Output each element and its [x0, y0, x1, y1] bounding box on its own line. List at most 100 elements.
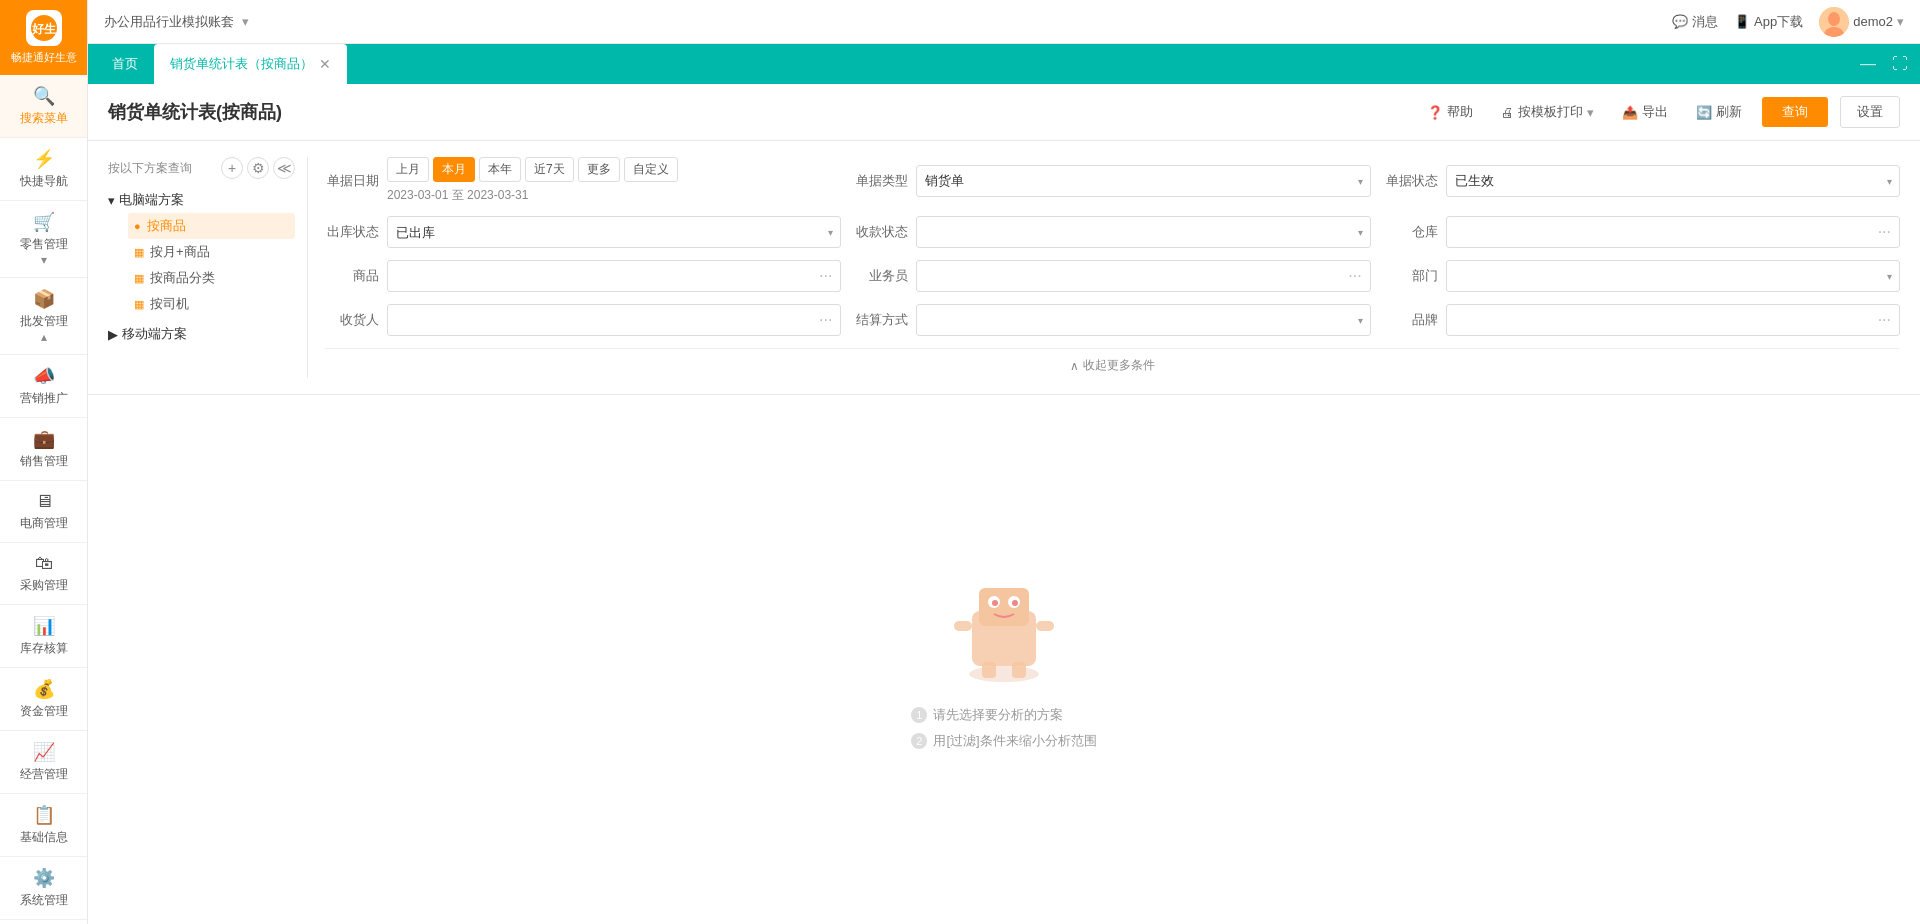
sidebar-basic-label: 基础信息 — [20, 829, 68, 846]
doc-type-select[interactable]: 销货单 — [916, 165, 1370, 197]
app-download-btn[interactable]: 📱 App下载 — [1734, 13, 1803, 31]
collapse-row: ∧ 收起更多条件 — [324, 348, 1900, 378]
department-label: 部门 — [1383, 267, 1438, 285]
sidebar-item-basic[interactable]: 📋 基础信息 — [0, 794, 87, 857]
user-caret: ▾ — [1897, 14, 1904, 29]
sidebar-item-operations[interactable]: 📈 经营管理 — [0, 731, 87, 794]
sidebar-item-system[interactable]: ⚙️ 系统管理 — [0, 857, 87, 920]
scheme-item-by-month-product[interactable]: ▦ 按月+商品 — [128, 239, 295, 265]
by-cashier-icon: ▦ — [134, 298, 144, 311]
by-product-label: 按商品 — [147, 217, 186, 235]
date-btn-custom[interactable]: 自定义 — [624, 157, 678, 182]
filter-date-field: 单据日期 上月 本月 本年 近7天 更多 自定义 — [324, 157, 841, 204]
tab-home[interactable]: 首页 — [96, 44, 154, 84]
scheme-group-mobile: ▶ 移动端方案 — [108, 321, 295, 347]
warehouse-dots-btn[interactable]: ··· — [1878, 223, 1891, 241]
sidebar-item-ecommerce[interactable]: 🖥 电商管理 — [0, 481, 87, 543]
scheme-desktop-header[interactable]: ▾ 电脑端方案 — [108, 187, 295, 213]
date-btn-this-year[interactable]: 本年 — [479, 157, 521, 182]
search-icon: 🔍 — [33, 85, 55, 107]
sidebar-item-search[interactable]: 🔍 搜索菜单 — [0, 75, 87, 138]
logo-text: 畅捷通好生意 — [11, 50, 77, 65]
workspace-caret[interactable]: ▾ — [242, 14, 249, 29]
scheme-item-by-category[interactable]: ▦ 按商品分类 — [128, 265, 295, 291]
tab-bar-right: — ⛶ — [1856, 55, 1912, 73]
operations-icon: 📈 — [33, 741, 55, 763]
scheme-settings-btn[interactable]: ⚙ — [247, 157, 269, 179]
tab-bar: 首页 销货单统计表（按商品） ✕ — ⛶ — [88, 44, 1920, 84]
scheme-mobile-header[interactable]: ▶ 移动端方案 — [108, 321, 295, 347]
settings-button[interactable]: 设置 — [1840, 96, 1900, 128]
sidebar-item-finance[interactable]: 💰 资金管理 — [0, 668, 87, 731]
salesperson-dots-btn[interactable]: ··· — [1348, 267, 1361, 285]
sidebar-item-quicknav[interactable]: ⚡ 快捷导航 — [0, 138, 87, 201]
brand-dots-btn[interactable]: ··· — [1878, 311, 1891, 329]
tab-close-icon[interactable]: ✕ — [319, 56, 331, 72]
download-icon: 📱 — [1734, 14, 1750, 29]
sidebar-purchase-label: 采购管理 — [20, 577, 68, 594]
message-btn[interactable]: 💬 消息 — [1672, 13, 1718, 31]
date-btn-more[interactable]: 更多 — [578, 157, 620, 182]
salesperson-input[interactable]: ··· — [916, 260, 1370, 292]
department-select[interactable] — [1446, 260, 1900, 292]
sidebar-item-enterprise[interactable]: 🤝 企业协同 — [0, 920, 87, 924]
help-icon: ❓ — [1427, 105, 1443, 120]
sidebar-item-purchase[interactable]: 🛍 采购管理 — [0, 543, 87, 605]
help-btn[interactable]: ❓ 帮助 — [1419, 99, 1481, 125]
page-actions: ❓ 帮助 🖨 按模板打印 ▾ 📤 导出 🔄 刷新 — [1419, 96, 1900, 128]
doc-status-select-wrapper: 已生效 ▾ — [1446, 165, 1900, 197]
product-input[interactable]: ··· — [387, 260, 841, 292]
basic-icon: 📋 — [33, 804, 55, 826]
inventory-icon: 📊 — [33, 615, 55, 637]
sidebar-item-marketing[interactable]: 📣 营销推广 — [0, 355, 87, 418]
filter-payment-status-field: 收款状态 ▾ — [853, 216, 1370, 248]
collapse-btn[interactable]: ∧ 收起更多条件 — [1070, 357, 1155, 374]
scheme-tree: ▾ 电脑端方案 ● 按商品 ▦ — [108, 187, 295, 347]
payment-status-select[interactable] — [916, 216, 1370, 248]
content-area: 销货单统计表(按商品) ❓ 帮助 🖨 按模板打印 ▾ 📤 导出 — [88, 84, 1920, 924]
by-month-product-icon: ▦ — [134, 246, 144, 259]
template-print-btn[interactable]: 🖨 按模板打印 ▾ — [1493, 99, 1602, 125]
scheme-item-by-product[interactable]: ● 按商品 — [128, 213, 295, 239]
finance-icon: 💰 — [33, 678, 55, 700]
tab-sales-report[interactable]: 销货单统计表（按商品） ✕ — [154, 44, 347, 84]
date-btn-last-month[interactable]: 上月 — [387, 157, 429, 182]
product-dots-btn[interactable]: ··· — [819, 267, 832, 285]
warehouse-input[interactable]: ··· — [1446, 216, 1900, 248]
scheme-collapse-btn[interactable]: ≪ — [273, 157, 295, 179]
page-container: 销货单统计表(按商品) ❓ 帮助 🖨 按模板打印 ▾ 📤 导出 — [88, 84, 1920, 924]
wholesale-icon: 📦 — [33, 288, 55, 310]
filter-form: 单据日期 上月 本月 本年 近7天 更多 自定义 — [308, 157, 1900, 378]
sidebar-item-wholesale[interactable]: 📦 批发管理 ▴ — [0, 278, 87, 355]
brand-input[interactable]: ··· — [1446, 304, 1900, 336]
scheme-header: 按以下方案查询 + ⚙ ≪ — [108, 157, 295, 179]
doc-status-select[interactable]: 已生效 — [1446, 165, 1900, 197]
sidebar-logo[interactable]: 好生 畅捷通好生意 — [0, 0, 88, 75]
sidebar-item-inventory[interactable]: 📊 库存核算 — [0, 605, 87, 668]
settlement-label: 结算方式 — [853, 311, 908, 329]
date-btn-this-month[interactable]: 本月 — [433, 157, 475, 182]
warehouse-out-select[interactable]: 已出库 — [387, 216, 841, 248]
sidebar-marketing-label: 营销推广 — [20, 390, 68, 407]
settlement-select[interactable] — [916, 304, 1370, 336]
marketing-icon: 📣 — [33, 365, 55, 387]
receiver-input[interactable]: ··· — [387, 304, 841, 336]
tab-minimize-btn[interactable]: — — [1856, 55, 1880, 73]
sidebar-retail-label: 零售管理 — [20, 236, 68, 253]
scheme-item-by-cashier[interactable]: ▦ 按司机 — [128, 291, 295, 317]
filter-salesperson-field: 业务员 ··· — [853, 260, 1370, 292]
refresh-btn[interactable]: 🔄 刷新 — [1688, 99, 1750, 125]
sidebar-sales-label: 销售管理 — [20, 453, 68, 470]
scheme-add-btn[interactable]: + — [221, 157, 243, 179]
export-btn[interactable]: 📤 导出 — [1614, 99, 1676, 125]
sidebar-item-retail[interactable]: 🛒 零售管理 ▾ — [0, 201, 87, 278]
receiver-dots-btn[interactable]: ··· — [819, 311, 832, 329]
user-menu[interactable]: demo2 ▾ — [1819, 7, 1904, 37]
filter-doc-status-field: 单据状态 已生效 ▾ — [1383, 165, 1900, 197]
date-btn-7days[interactable]: 近7天 — [525, 157, 574, 182]
filter-product-field: 商品 ··· — [324, 260, 841, 292]
tab-maximize-btn[interactable]: ⛶ — [1888, 55, 1912, 73]
sidebar-item-sales[interactable]: 💼 销售管理 — [0, 418, 87, 481]
query-button[interactable]: 查询 — [1762, 97, 1828, 127]
scheme-group-desktop: ▾ 电脑端方案 ● 按商品 ▦ — [108, 187, 295, 317]
